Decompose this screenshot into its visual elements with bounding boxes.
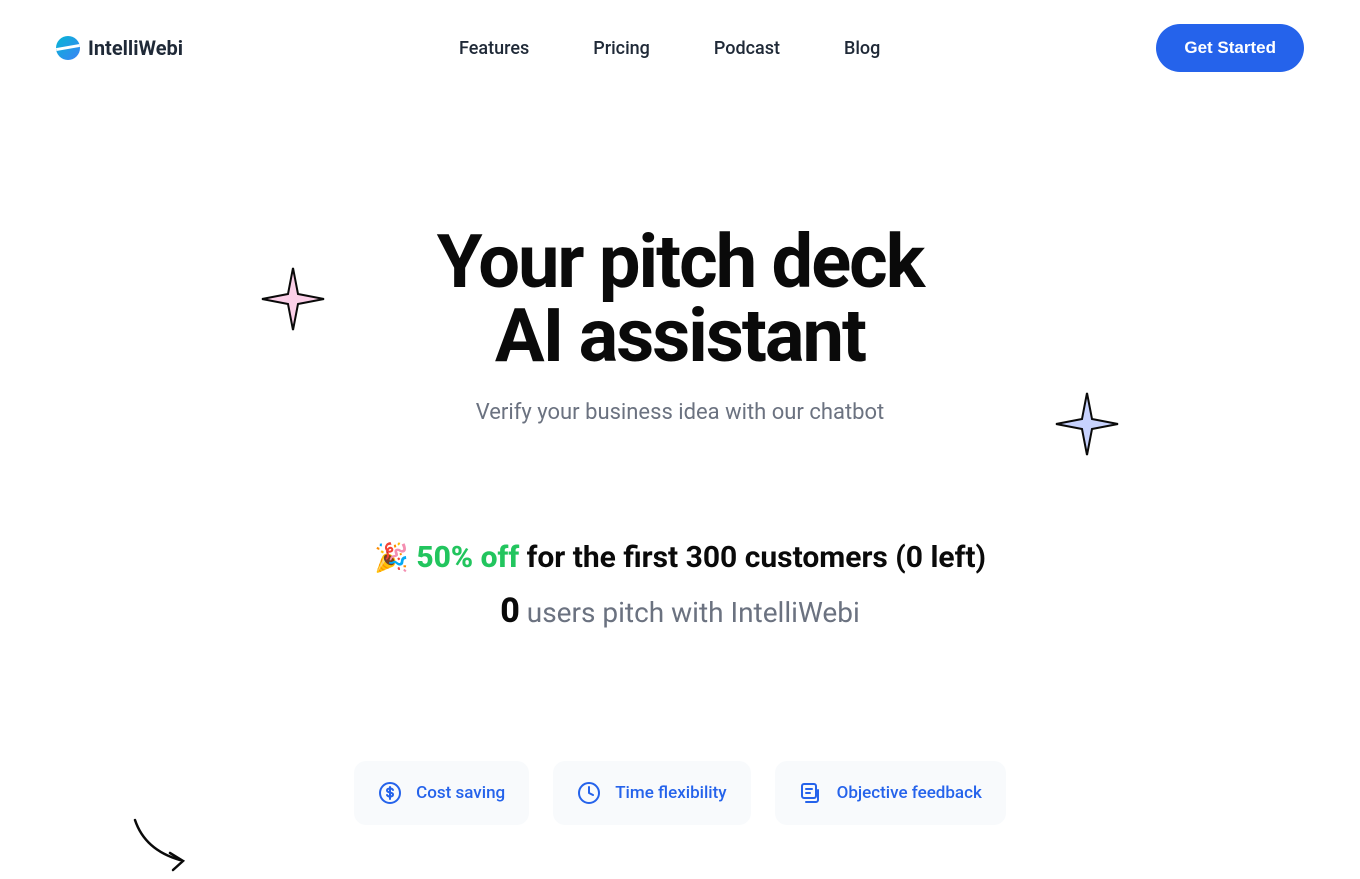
clock-icon xyxy=(577,781,601,805)
dollar-icon xyxy=(378,781,402,805)
party-emoji: 🎉 xyxy=(374,541,409,574)
promo-line: 🎉 50% off for the first 300 customers (0… xyxy=(0,540,1360,575)
navbar: IntelliWebi Features Pricing Podcast Blo… xyxy=(0,0,1360,96)
star-pink-icon xyxy=(260,266,326,336)
logo[interactable]: IntelliWebi xyxy=(56,36,183,60)
users-count: 0 xyxy=(500,591,520,631)
brand-name: IntelliWebi xyxy=(88,36,183,60)
hero-section: Your pitch deck AI assistant Verify your… xyxy=(0,96,1360,425)
nav-link-podcast[interactable]: Podcast xyxy=(714,38,780,59)
nav-link-blog[interactable]: Blog xyxy=(844,38,880,59)
promo-section: 🎉 50% off for the first 300 customers (0… xyxy=(0,540,1360,631)
users-rest: users pitch with IntelliWebi xyxy=(520,596,860,629)
feature-pill-cost: Cost saving xyxy=(354,761,529,825)
hero-title-line2: AI assistant xyxy=(495,293,865,380)
logo-icon xyxy=(56,36,80,60)
promo-rest: for the first 300 customers (0 left) xyxy=(519,540,986,575)
hero-subtitle: Verify your business idea with our chatb… xyxy=(0,400,1360,425)
feature-pill-label: Objective feedback xyxy=(837,783,982,803)
users-line: 0 users pitch with IntelliWebi xyxy=(0,591,1360,631)
get-started-button[interactable]: Get Started xyxy=(1156,24,1304,72)
feature-pill-label: Time flexibility xyxy=(615,783,726,803)
nav-links: Features Pricing Podcast Blog xyxy=(459,38,880,59)
feedback-icon xyxy=(799,781,823,805)
feature-pill-feedback: Objective feedback xyxy=(775,761,1006,825)
hero-title: Your pitch deck AI assistant xyxy=(0,226,1360,374)
star-blue-icon xyxy=(1054,391,1120,461)
nav-link-features[interactable]: Features xyxy=(459,38,529,59)
promo-discount: 50% off xyxy=(416,540,519,575)
arrow-decoration-icon xyxy=(125,815,215,879)
feature-pill-time: Time flexibility xyxy=(553,761,750,825)
nav-link-pricing[interactable]: Pricing xyxy=(593,38,650,59)
feature-pill-label: Cost saving xyxy=(416,783,505,803)
